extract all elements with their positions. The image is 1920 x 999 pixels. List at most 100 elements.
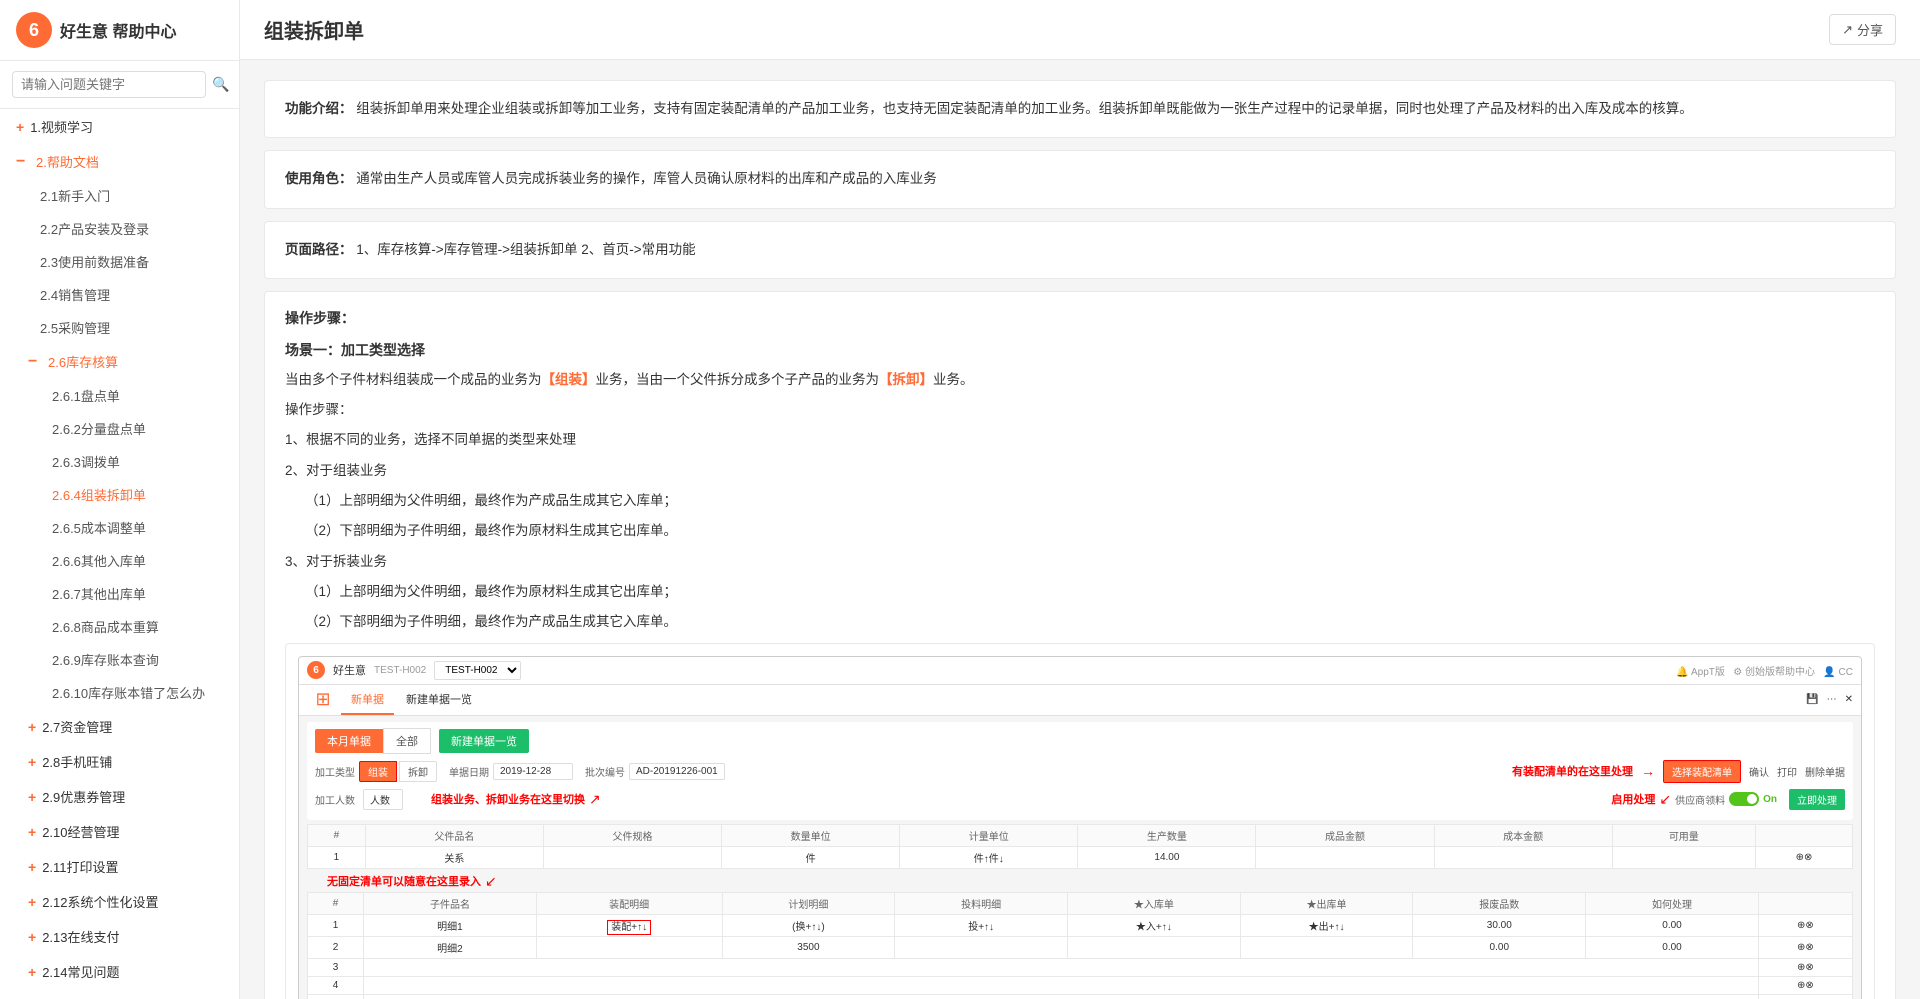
sidebar-item-otheroutbound[interactable]: 2.6.7其他出库单 xyxy=(0,577,239,610)
sidebar-item-cases[interactable]: + 2.15操作案例 xyxy=(0,989,239,999)
minus-icon-2: − xyxy=(28,353,42,371)
sidebar-item-intro[interactable]: 2.1新手入门 xyxy=(0,179,239,212)
sub-cell-act-4: ⊕⊗ xyxy=(1758,976,1852,994)
app-company: 好生意 xyxy=(333,662,366,678)
plus-icon: + xyxy=(16,119,24,135)
sidebar-item-costadj[interactable]: 2.6.5成本调整单 xyxy=(0,511,239,544)
app-right-icons: 🔔 AppT版 ⚙ 创始版帮助中心 👤 CC xyxy=(1676,663,1853,678)
sub-table-area: 无固定清单可以随意在这里录入 ↙ # 子件品名 装配明细 计划明细 xyxy=(307,873,1853,999)
sub-cell-scrap-1: 30.00 xyxy=(1413,914,1586,936)
app-screenshot: 6 好生意 TEST-H002 TEST-H002 🔔 AppT版 ⚙ 创始版帮… xyxy=(298,656,1862,999)
sub-cell-act-5: ⊕⊗ xyxy=(1758,994,1852,999)
sidebar-item-purchase[interactable]: 2.5采购管理 xyxy=(0,311,239,344)
col-no: # xyxy=(308,824,366,846)
sidebar-item-finance[interactable]: + 2.7资金管理 xyxy=(0,709,239,744)
sub-table: # 子件品名 装配明细 计划明细 投料明细 ★入库单 ★出库单 报废品数 如何处 xyxy=(307,892,1853,999)
sidebar-item-costrecalc[interactable]: 2.6.8商品成本重算 xyxy=(0,610,239,643)
logo-icon: 6 xyxy=(16,12,52,48)
app-close-icon: ✕ xyxy=(1845,694,1853,705)
app-company-selector[interactable]: TEST-H002 xyxy=(434,661,521,680)
sub-cell-feed-1: 投+↑↓ xyxy=(895,914,1068,936)
sidebar-header: 6 好生意 帮助中心 xyxy=(0,0,239,61)
sidebar-item-otherinbound[interactable]: 2.6.6其他入库单 xyxy=(0,544,239,577)
sidebar-item-docs[interactable]: − 2.帮助文档 xyxy=(0,144,239,179)
sidebar-item-coupon[interactable]: + 2.9优惠券管理 xyxy=(0,779,239,814)
field-type: 加工类型 组装 拆卸 xyxy=(315,761,437,782)
app-company-code: TEST-H002 xyxy=(374,665,426,676)
plus-icon-8: + xyxy=(28,929,36,945)
sidebar-item-video[interactable]: + 1.视频学习 xyxy=(0,109,239,144)
cell-no: 1 xyxy=(308,846,366,868)
form-fields-row: 加工类型 组装 拆卸 单据日期 2019-12-28 xyxy=(315,760,1845,783)
plus-icon-7: + xyxy=(28,894,36,910)
sub-cell-no-5: 5 xyxy=(308,994,364,999)
btn-assemble[interactable]: 组装 xyxy=(359,761,397,782)
content-body: 功能介绍： 组装拆卸单用来处理企业组装或拆卸等加工业务，支持有固定装配清单的产品… xyxy=(240,60,1920,999)
app-tab-new[interactable]: 新单据 xyxy=(341,685,394,715)
billno-label: 批次编号 xyxy=(585,764,625,779)
sidebar-item-partial[interactable]: 2.6.2分量盘点单 xyxy=(0,412,239,445)
type-toggle: 组装 拆卸 xyxy=(359,761,437,782)
sidebar-item-faq[interactable]: + 2.14常见问题 xyxy=(0,954,239,989)
sub-cell-name-1: 明细1 xyxy=(364,914,537,936)
sidebar-item-stockcheck[interactable]: 2.6.9库存账本查询 xyxy=(0,643,239,676)
sidebar-item-sales[interactable]: 2.4销售管理 xyxy=(0,278,239,311)
intro-text: 组装拆卸单用来处理企业组装或拆卸等加工业务，支持有固定装配清单的产品加工业务，也… xyxy=(356,101,1693,116)
sidebar-item-mobile[interactable]: + 2.8手机旺铺 xyxy=(0,744,239,779)
field-date: 单据日期 2019-12-28 xyxy=(449,763,573,780)
sub-cell-handle-1: 0.00 xyxy=(1586,914,1759,936)
sidebar-item-inventory[interactable]: − 2.6库存核算 xyxy=(0,344,239,379)
form-tab-row: 本月单据 全部 新建单据一览 xyxy=(315,728,1845,754)
sub-col-no: # xyxy=(308,892,364,914)
btn-disassemble[interactable]: 拆卸 xyxy=(399,761,437,782)
enable-label: 供应商领料 xyxy=(1675,792,1725,807)
scene1-step3: 3、对于拆装业务 xyxy=(285,550,1875,574)
sidebar-item-ops[interactable]: + 2.10经营管理 xyxy=(0,814,239,849)
sidebar-item-install[interactable]: 2.2产品安装及登录 xyxy=(0,212,239,245)
annotation-arrow-4: ↙ xyxy=(485,873,497,890)
role-text: 通常由生产人员或库管人员完成拆装业务的操作，库管人员确认原材料的出库和产成品的入… xyxy=(356,171,937,186)
btn-create[interactable]: 本月单据 xyxy=(315,729,383,753)
scene1-step2-2: （2）下部明细为子件明细，最终作为原材料生成其它出库单。 xyxy=(305,519,1875,543)
app-nav-home[interactable]: ⊞ xyxy=(307,689,339,710)
process-label: 加工人数 xyxy=(315,792,355,807)
toggle-switch[interactable] xyxy=(1729,792,1759,806)
annotation-arrow-1: → xyxy=(1641,763,1655,779)
btn-all[interactable]: 全部 xyxy=(383,728,431,754)
enable-area: 启用处理 ↙ 供应商领料 On 立即处理 xyxy=(1611,789,1845,810)
process-row: 加工人数 人数 组装业务、拆卸业务在这里切换 ↗ 启用处理 ↙ xyxy=(315,789,1845,810)
share-icon: ↗ xyxy=(1842,22,1853,38)
sub-col-name: 子件品名 xyxy=(364,892,537,914)
type-label: 加工类型 xyxy=(315,764,355,779)
btn-select-bom[interactable]: 选择装配清单 xyxy=(1663,760,1741,783)
search-button[interactable]: 🔍 xyxy=(212,76,229,93)
sub-cell-no-3: 3 xyxy=(308,958,364,976)
sub-cell-no-2: 2 xyxy=(308,936,364,958)
sub-cell-act-2: ⊕⊗ xyxy=(1758,936,1852,958)
sidebar-item-transfer[interactable]: 2.6.3调拨单 xyxy=(0,445,239,478)
btn-immediate[interactable]: 立即处理 xyxy=(1789,789,1845,810)
annotation-enable: 启用处理 xyxy=(1611,791,1655,807)
plus-icon-6: + xyxy=(28,859,36,875)
col-product-amt: 成品金额 xyxy=(1256,824,1434,846)
sub-cell-name-2: 明细2 xyxy=(364,936,537,958)
sidebar-item-stockerror[interactable]: 2.6.10库存账本错了怎么办 xyxy=(0,676,239,709)
cell-pamt xyxy=(1256,846,1434,868)
bom-highlight: 装配+↑↓ xyxy=(607,920,651,935)
app-form-area: 本月单据 全部 新建单据一览 加工类型 组装 拆卸 xyxy=(307,722,1853,820)
btn-new-bill[interactable]: 新建单据一览 xyxy=(439,729,529,753)
sidebar-item-custom[interactable]: + 2.12系统个性化设置 xyxy=(0,884,239,919)
app-tab-list[interactable]: 新建单据一览 xyxy=(396,685,482,715)
intro-label: 功能介绍： xyxy=(285,101,353,116)
sub-col-scrap: 报废品数 xyxy=(1413,892,1586,914)
sidebar-item-stocktake[interactable]: 2.6.1盘点单 xyxy=(0,379,239,412)
sidebar-item-assembly[interactable]: 2.6.4组装拆卸单 xyxy=(0,478,239,511)
search-input[interactable] xyxy=(12,71,206,98)
sidebar-item-payment[interactable]: + 2.13在线支付 xyxy=(0,919,239,954)
share-button[interactable]: ↗ 分享 xyxy=(1829,14,1896,45)
sidebar-item-prepare[interactable]: 2.3使用前数据准备 xyxy=(0,245,239,278)
sub-col-outbound: ★出库单 xyxy=(1240,892,1413,914)
screenshot-area: 6 好生意 TEST-H002 TEST-H002 🔔 AppT版 ⚙ 创始版帮… xyxy=(285,643,1875,999)
intro-card: 功能介绍： 组装拆卸单用来处理企业组装或拆卸等加工业务，支持有固定装配清单的产品… xyxy=(264,80,1896,138)
sidebar-item-print[interactable]: + 2.11打印设置 xyxy=(0,849,239,884)
